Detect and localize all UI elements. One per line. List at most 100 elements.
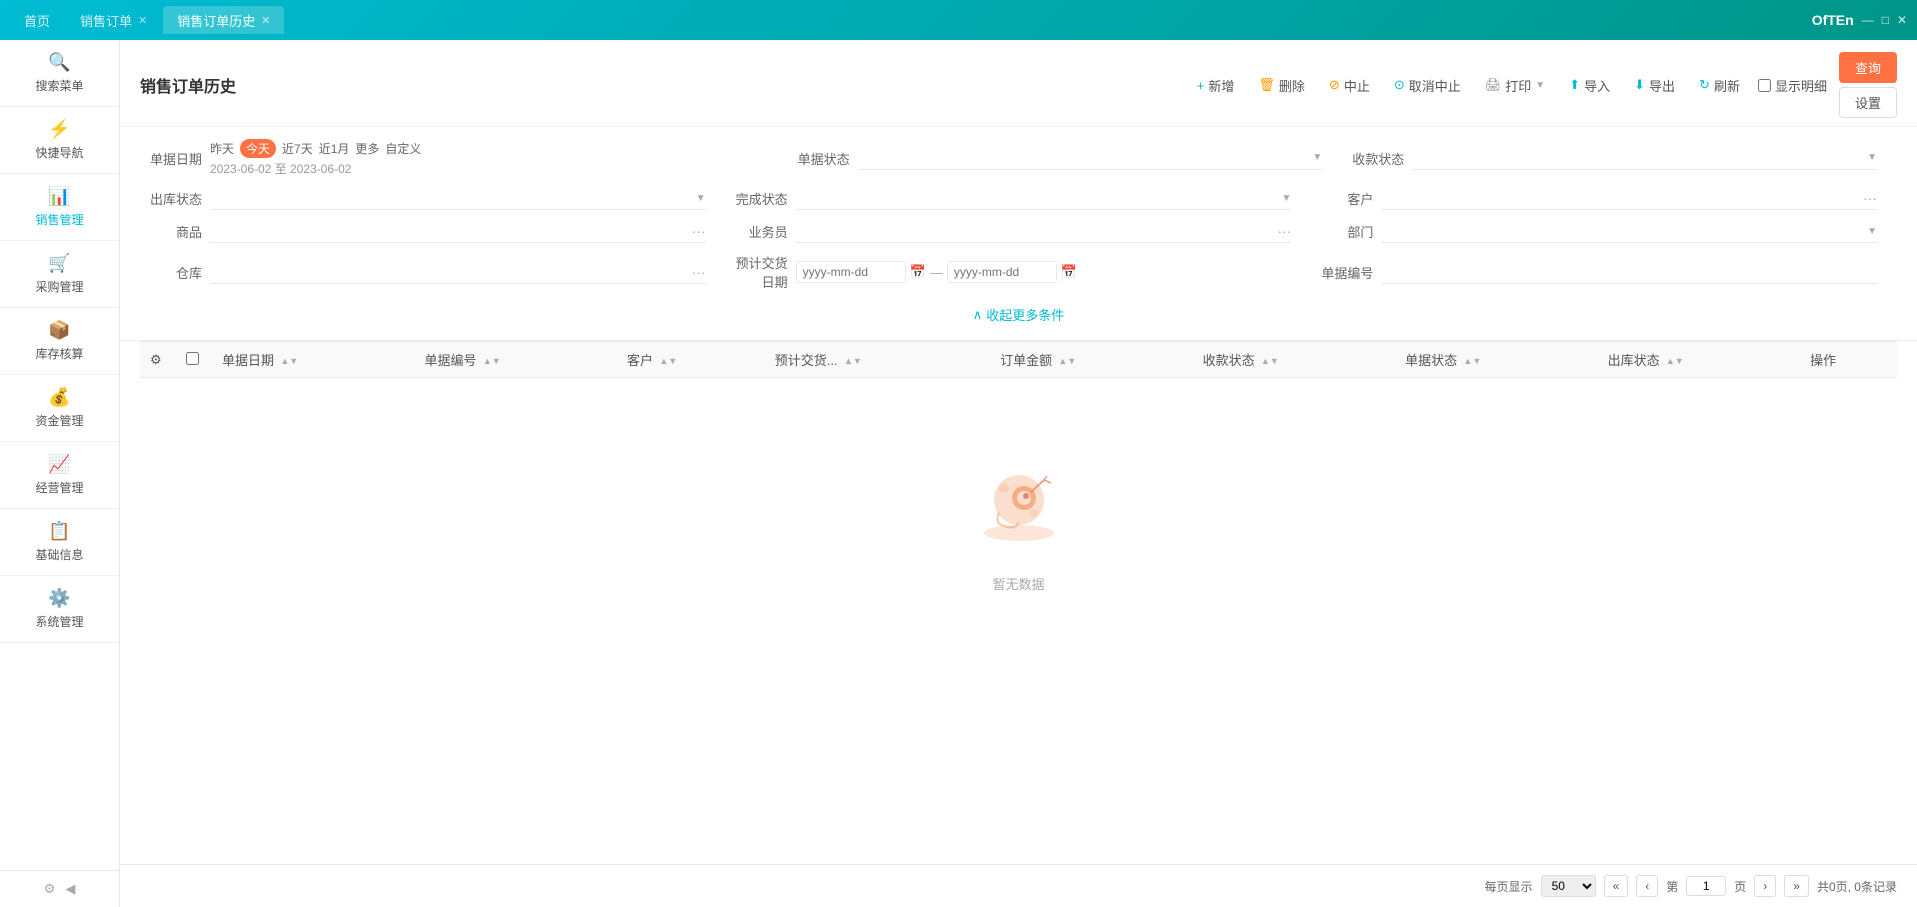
out-status-input[interactable] (210, 189, 696, 207)
sort-orderno-icons: ▲▼ (483, 357, 501, 366)
refresh-button[interactable]: ↻ 刷新 (1693, 72, 1746, 99)
out-status-arrow[interactable]: ▼ (696, 193, 706, 204)
toolbar: + 新增 🗑 删除 ⊘ 中止 ⊙ 取消中止 🖨 打印 (1191, 52, 1897, 118)
warehouse-input[interactable] (210, 263, 692, 281)
order-no-input[interactable] (1381, 263, 1877, 281)
sort-customer-icons: ▲▼ (659, 357, 677, 366)
print-button[interactable]: 🖨 打印 ▼ (1479, 72, 1551, 99)
col-out-status[interactable]: 出库状态 ▲▼ (1598, 342, 1801, 378)
sidebar-item-search[interactable]: 🔍 搜索菜单 (0, 40, 119, 107)
page-number-input[interactable] (1686, 876, 1726, 896)
sidebar-item-system[interactable]: ⚙️ 系统管理 (0, 576, 119, 643)
setting-button[interactable]: 设置 (1839, 87, 1897, 118)
salesperson-dots[interactable]: ··· (1277, 223, 1291, 239)
department-arrow[interactable]: ▼ (1867, 226, 1877, 237)
sidebar-item-inventory[interactable]: 📦 库存核算 (0, 308, 119, 375)
customer-label: 客户 (1311, 189, 1381, 208)
print-label: 打印 (1505, 76, 1531, 95)
customer-input[interactable] (1381, 189, 1863, 207)
collapse-button[interactable]: ∧ 收起更多条件 (140, 301, 1897, 328)
payment-status-input[interactable] (1412, 149, 1867, 167)
col-expected[interactable]: 预计交货... ▲▼ (765, 342, 990, 378)
sidebar-sales-label: 销售管理 (35, 211, 83, 228)
next-page-btn[interactable]: › (1754, 875, 1776, 897)
sidebar-item-quicknav[interactable]: ⚡ 快捷导航 (0, 107, 119, 174)
expected-date-start[interactable] (796, 261, 906, 283)
order-status-input[interactable] (858, 149, 1313, 167)
display-columns-input[interactable] (1758, 79, 1771, 92)
salesperson-input[interactable] (796, 222, 1278, 240)
minimize-btn[interactable]: — (1862, 13, 1874, 27)
delete-label: 删除 (1279, 76, 1305, 95)
export-button[interactable]: ⬇ 导出 (1628, 72, 1681, 99)
top-bar: 首页 销售订单 ✕ 销售订单历史 ✕ OfTEn — □ ✕ (0, 0, 1917, 40)
prev-page-btn[interactable]: ‹ (1636, 875, 1658, 897)
query-setting-group: 查询 设置 (1839, 52, 1897, 118)
last-page-btn[interactable]: » (1784, 875, 1809, 897)
date-1month[interactable]: 近1月 (319, 140, 350, 157)
order-status-label: 单据状态 (788, 149, 858, 168)
col-amount[interactable]: 订单金额 ▲▼ (990, 342, 1193, 378)
query-button[interactable]: 查询 (1839, 52, 1897, 83)
table-settings-th[interactable]: ⚙ (140, 342, 176, 378)
select-all-checkbox[interactable] (186, 352, 199, 365)
expected-date-group: 📅 — 📅 (796, 261, 1292, 283)
product-dots[interactable]: ··· (692, 223, 706, 239)
date-custom[interactable]: 自定义 (385, 140, 421, 157)
sidebar-collapse-icon[interactable]: ◀ (65, 881, 75, 897)
complete-status-input[interactable] (796, 189, 1282, 207)
col-orderno[interactable]: 单据编号 ▲▼ (415, 342, 618, 378)
tab-sales-order-close[interactable]: ✕ (138, 14, 147, 27)
calendar-start-icon[interactable]: 📅 (910, 264, 926, 280)
customer-dots[interactable]: ··· (1863, 190, 1877, 206)
print-icon: 🖨 (1485, 77, 1502, 93)
calendar-end-icon[interactable]: 📅 (1061, 264, 1077, 280)
table-checkbox-th[interactable] (176, 342, 212, 378)
sidebar-item-basic-info[interactable]: 📋 基础信息 (0, 509, 119, 576)
new-button[interactable]: + 新增 (1191, 72, 1241, 99)
col-customer[interactable]: 客户 ▲▼ (617, 342, 765, 378)
order-no-control (1381, 261, 1877, 284)
close-btn[interactable]: ✕ (1897, 13, 1907, 27)
date-yesterday[interactable]: 昨天 (210, 140, 234, 157)
page-text-pre: 第 (1666, 878, 1678, 895)
collapse-label: 收起更多条件 (986, 305, 1064, 324)
date-today[interactable]: 今天 (240, 139, 276, 158)
order-status-arrow[interactable]: ▼ (1312, 152, 1322, 163)
tab-sales-history-close[interactable]: ✕ (261, 14, 270, 27)
cancel-stop-label: 取消中止 (1409, 76, 1461, 95)
sidebar-settings-icon[interactable]: ⚙ (44, 881, 56, 897)
import-button[interactable]: ⬆ 导入 (1563, 72, 1616, 99)
department-label: 部门 (1311, 222, 1381, 241)
date-more[interactable]: 更多 (355, 140, 379, 157)
date-7days[interactable]: 近7天 (282, 140, 313, 157)
payment-status-arrow[interactable]: ▼ (1867, 152, 1877, 163)
content-area: 销售订单历史 + 新增 🗑 删除 ⊘ 中止 ⊙ 取消中止 (120, 40, 1917, 907)
delete-button[interactable]: 🗑 删除 (1252, 72, 1311, 99)
department-input[interactable] (1381, 222, 1867, 240)
maximize-btn[interactable]: □ (1882, 13, 1889, 27)
col-date-label: 单据日期 (222, 353, 274, 368)
col-date[interactable]: 单据日期 ▲▼ (212, 342, 415, 378)
sidebar-bottom: ⚙ ◀ (0, 870, 119, 907)
display-columns-checkbox[interactable]: 显示明细 (1758, 76, 1827, 95)
tab-home[interactable]: 首页 (10, 6, 64, 34)
sidebar-item-operations[interactable]: 📈 经营管理 (0, 442, 119, 509)
first-page-btn[interactable]: « (1604, 875, 1629, 897)
page-size-select[interactable]: 10 20 50 100 (1541, 875, 1596, 897)
tab-sales-order[interactable]: 销售订单 ✕ (66, 6, 161, 34)
sidebar-item-sales[interactable]: 📊 销售管理 (0, 174, 119, 241)
table-settings-icon[interactable]: ⚙ (150, 352, 162, 367)
sidebar-item-purchase[interactable]: 🛒 采购管理 (0, 241, 119, 308)
product-input[interactable] (210, 222, 692, 240)
tab-sales-history[interactable]: 销售订单历史 ✕ (163, 6, 284, 34)
col-order-status[interactable]: 单据状态 ▲▼ (1395, 342, 1598, 378)
cancel-stop-button[interactable]: ⊙ 取消中止 (1388, 72, 1467, 99)
sidebar-item-finance[interactable]: 💰 资金管理 (0, 375, 119, 442)
warehouse-dots[interactable]: ··· (692, 264, 706, 280)
complete-status-arrow[interactable]: ▼ (1281, 193, 1291, 204)
expected-date-end[interactable] (947, 261, 1057, 283)
stop-button[interactable]: ⊘ 中止 (1323, 72, 1376, 99)
sort-amount-icons: ▲▼ (1058, 357, 1076, 366)
col-payment[interactable]: 收款状态 ▲▼ (1193, 342, 1396, 378)
